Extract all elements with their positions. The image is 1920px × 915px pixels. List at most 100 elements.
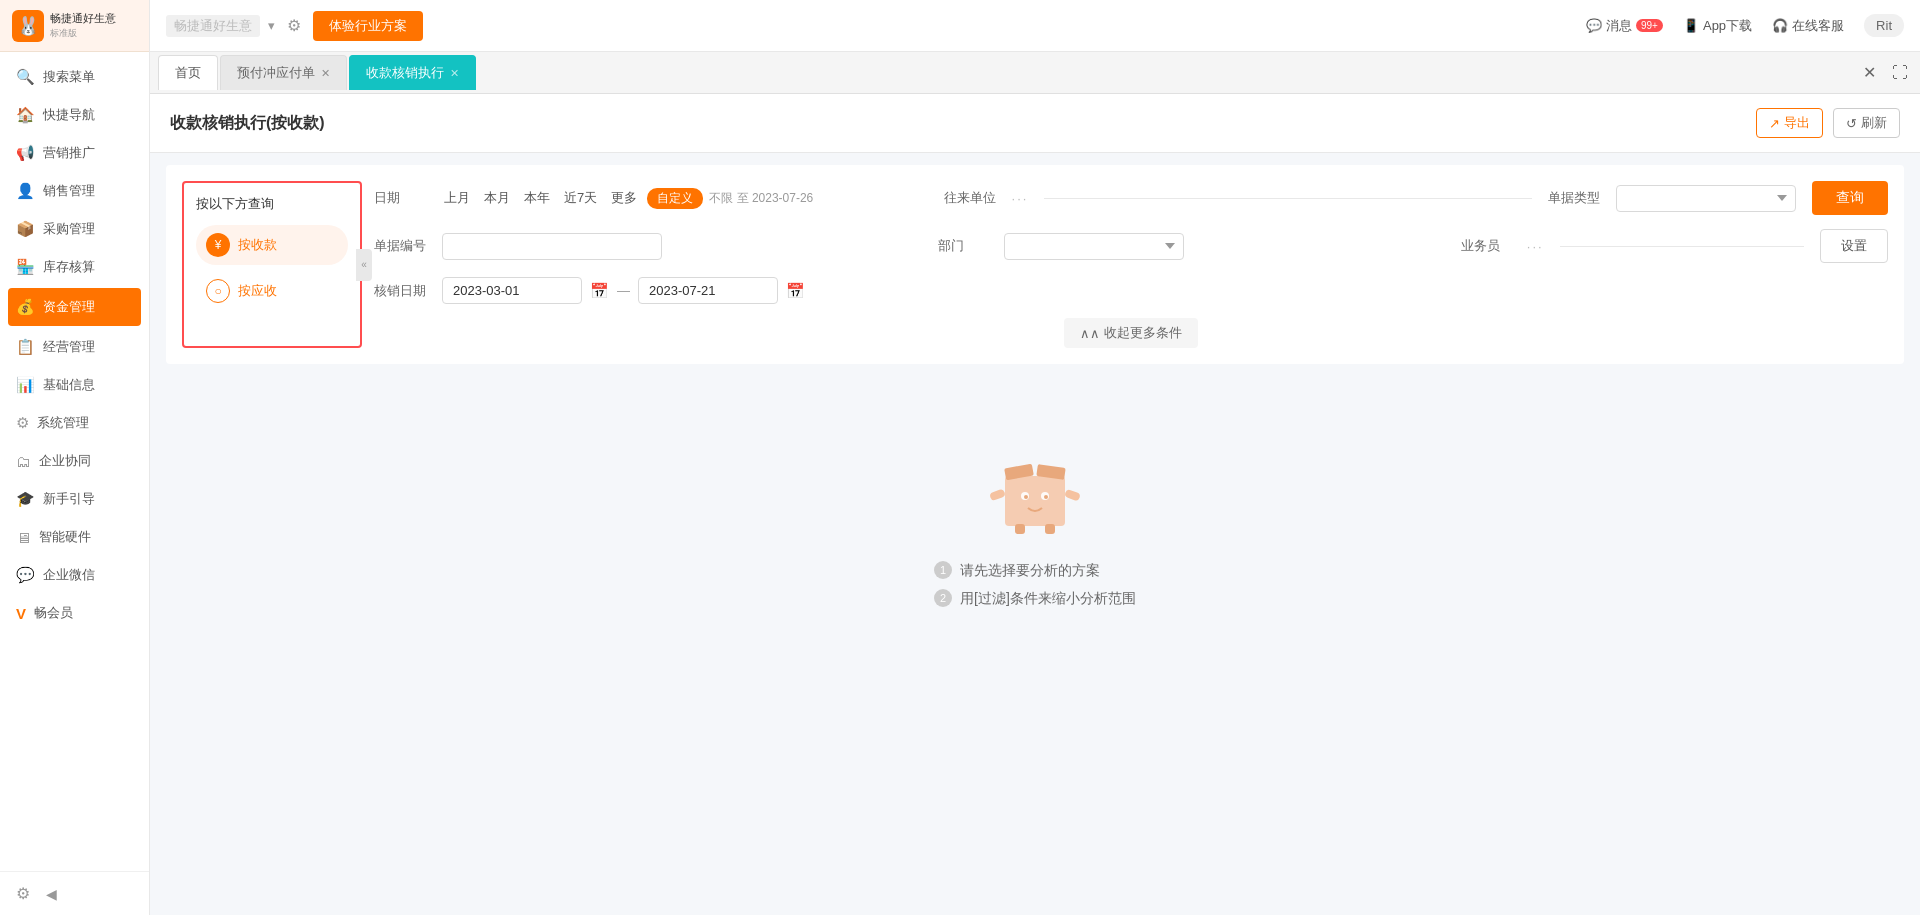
date-this-month-btn[interactable]: 本月	[480, 187, 514, 209]
sidebar-item-system[interactable]: ⚙ 系统管理	[0, 404, 149, 442]
message-icon: 💬	[1586, 18, 1602, 33]
filter-option-by-receipt[interactable]: ¥ 按收款	[196, 225, 348, 265]
verify-date-start-input[interactable]	[442, 277, 582, 304]
message-label: 消息	[1606, 17, 1632, 35]
filter-collapse-btn[interactable]: «	[356, 249, 372, 281]
empty-state: 1 请先选择要分析的方案 2 用[过滤]条件来缩小分析范围	[150, 376, 1920, 672]
home-icon: 🏠	[16, 106, 35, 124]
sidebar-item-hardware[interactable]: 🖥 智能硬件	[0, 518, 149, 556]
marketing-icon: 📢	[16, 144, 35, 162]
sidebar-item-search[interactable]: 🔍 搜索菜单	[0, 58, 149, 96]
tab-expand-btn[interactable]: ⛶	[1888, 61, 1912, 84]
verify-date-end-input[interactable]	[638, 277, 778, 304]
sidebar-item-label: 新手引导	[43, 490, 95, 508]
empty-tip-2: 2 用[过滤]条件来缩小分析范围	[934, 584, 1136, 612]
sales-icon: 👤	[16, 182, 35, 200]
online-service-btn[interactable]: 🎧 在线客服	[1772, 17, 1844, 35]
inventory-icon: 🏪	[16, 258, 35, 276]
page-header-actions: ↗ 导出 ↺ 刷新	[1756, 108, 1900, 152]
sidebar-bottom: ⚙ ◀	[0, 871, 149, 915]
sidebar-item-purchase[interactable]: 📦 采购管理	[0, 210, 149, 248]
collapse-more-btn[interactable]: ∧∧ 收起更多条件	[1064, 318, 1198, 348]
sidebar-item-label: 营销推广	[43, 144, 95, 162]
search-icon: 🔍	[16, 68, 35, 86]
hardware-icon: 🖥	[16, 529, 31, 546]
sidebar-item-inventory[interactable]: 🏪 库存核算	[0, 248, 149, 286]
operation-icon: 📋	[16, 338, 35, 356]
svg-rect-10	[1045, 524, 1055, 534]
svg-rect-9	[1015, 524, 1025, 534]
tab-prepay[interactable]: 预付冲应付单 ✕	[220, 55, 347, 90]
user-avatar[interactable]: Rit	[1864, 14, 1904, 37]
sidebar-item-quick-nav[interactable]: 🏠 快捷导航	[0, 96, 149, 134]
sidebar-item-label: 销售管理	[43, 182, 95, 200]
tab-home[interactable]: 首页	[158, 55, 218, 90]
sidebar-item-label: 采购管理	[43, 220, 95, 238]
sidebar-item-basic-info[interactable]: 📊 基础信息	[0, 366, 149, 404]
sidebar-nav: 🔍 搜索菜单 🏠 快捷导航 📢 营销推广 👤 销售管理 📦 采购管理 🏪 库存核…	[0, 52, 149, 871]
filter-option-receivable-label: 按应收	[238, 282, 277, 300]
refresh-btn[interactable]: ↺ 刷新	[1833, 108, 1900, 138]
settings-btn[interactable]: 设置	[1820, 229, 1888, 263]
tip-num-1: 1	[934, 561, 952, 579]
sidebar-item-enterprise[interactable]: 🗂 企业协同	[0, 442, 149, 480]
sidebar-item-sales[interactable]: 👤 销售管理	[0, 172, 149, 210]
date-shortcuts: 上月 本月 本年 近7天 更多 自定义 不限 至 2023-07-26	[440, 187, 928, 209]
svg-point-5	[1024, 495, 1028, 499]
tip-text-2: 用[过滤]条件来缩小分析范围	[960, 584, 1136, 612]
tab-receive[interactable]: 收款核销执行 ✕	[349, 55, 476, 90]
sidebar-settings-icon[interactable]: ⚙	[16, 884, 30, 903]
date-label: 日期	[374, 189, 424, 207]
date-last-month-btn[interactable]: 上月	[440, 187, 474, 209]
date-more-btn[interactable]: 更多	[607, 187, 641, 209]
online-service-label: 在线客服	[1792, 17, 1844, 35]
page-header: 收款核销执行(按收款) ↗ 导出 ↺ 刷新	[150, 94, 1920, 153]
sidebar-item-wechat[interactable]: 💬 企业微信	[0, 556, 149, 594]
tab-prepay-close-icon[interactable]: ✕	[321, 67, 330, 80]
chevron-down-icon[interactable]: ▾	[268, 18, 275, 33]
gear-icon[interactable]: ⚙	[287, 16, 301, 35]
topbar-brand: 畅捷通好生意 ▾	[166, 15, 275, 37]
counterpart-dots[interactable]: ···	[1012, 191, 1029, 206]
export-btn[interactable]: ↗ 导出	[1756, 108, 1823, 138]
basic-info-icon: 📊	[16, 376, 35, 394]
refresh-icon: ↺	[1846, 116, 1857, 131]
salesman-dots[interactable]: ···	[1527, 239, 1544, 254]
finance-icon: 💰	[16, 298, 35, 316]
department-label: 部门	[938, 237, 988, 255]
purchase-icon: 📦	[16, 220, 35, 238]
message-btn[interactable]: 💬 消息 99+	[1586, 17, 1663, 35]
tab-close-all-btn[interactable]: ✕	[1859, 61, 1880, 84]
sidebar-collapse-icon[interactable]: ◀	[46, 886, 57, 902]
sidebar-item-operation[interactable]: 📋 经营管理	[0, 328, 149, 366]
date-7days-btn[interactable]: 近7天	[560, 187, 601, 209]
member-icon: V	[16, 605, 26, 622]
sidebar-item-label: 企业协同	[39, 452, 91, 470]
filter-option-by-receivable[interactable]: ○ 按应收	[196, 271, 348, 311]
sidebar-item-finance[interactable]: 💰 资金管理	[8, 288, 141, 326]
department-select[interactable]	[1004, 233, 1184, 260]
filter-panel: 按以下方查询 ¥ 按收款 ○ 按应收 « 日期 上月 本月	[166, 165, 1904, 364]
sidebar-item-marketing[interactable]: 📢 营销推广	[0, 134, 149, 172]
sidebar-item-label: 智能硬件	[39, 528, 91, 546]
export-icon: ↗	[1769, 116, 1780, 131]
doc-type-select[interactable]	[1616, 185, 1796, 212]
sidebar-item-label: 搜索菜单	[43, 68, 95, 86]
calendar-end-icon[interactable]: 📅	[786, 282, 805, 300]
page-title: 收款核销执行(按收款)	[170, 113, 325, 148]
date-custom-btn[interactable]: 自定义	[647, 188, 703, 209]
doc-type-label: 单据类型	[1548, 189, 1600, 207]
query-btn[interactable]: 查询	[1812, 181, 1888, 215]
doc-number-input[interactable]	[442, 233, 662, 260]
industry-btn[interactable]: 体验行业方案	[313, 11, 423, 41]
date-this-year-btn[interactable]: 本年	[520, 187, 554, 209]
tab-receive-close-icon[interactable]: ✕	[450, 67, 459, 80]
app-download-btn[interactable]: 📱 App下载	[1683, 17, 1752, 35]
calendar-start-icon[interactable]: 📅	[590, 282, 609, 300]
sidebar-item-label: 基础信息	[43, 376, 95, 394]
receipt-icon: ¥	[206, 233, 230, 257]
sidebar-item-member[interactable]: V 畅会员	[0, 594, 149, 632]
sidebar-item-guide[interactable]: 🎓 新手引导	[0, 480, 149, 518]
brand-name: 畅捷通好生意	[166, 15, 260, 37]
counterpart-label: 往来单位	[944, 189, 996, 207]
